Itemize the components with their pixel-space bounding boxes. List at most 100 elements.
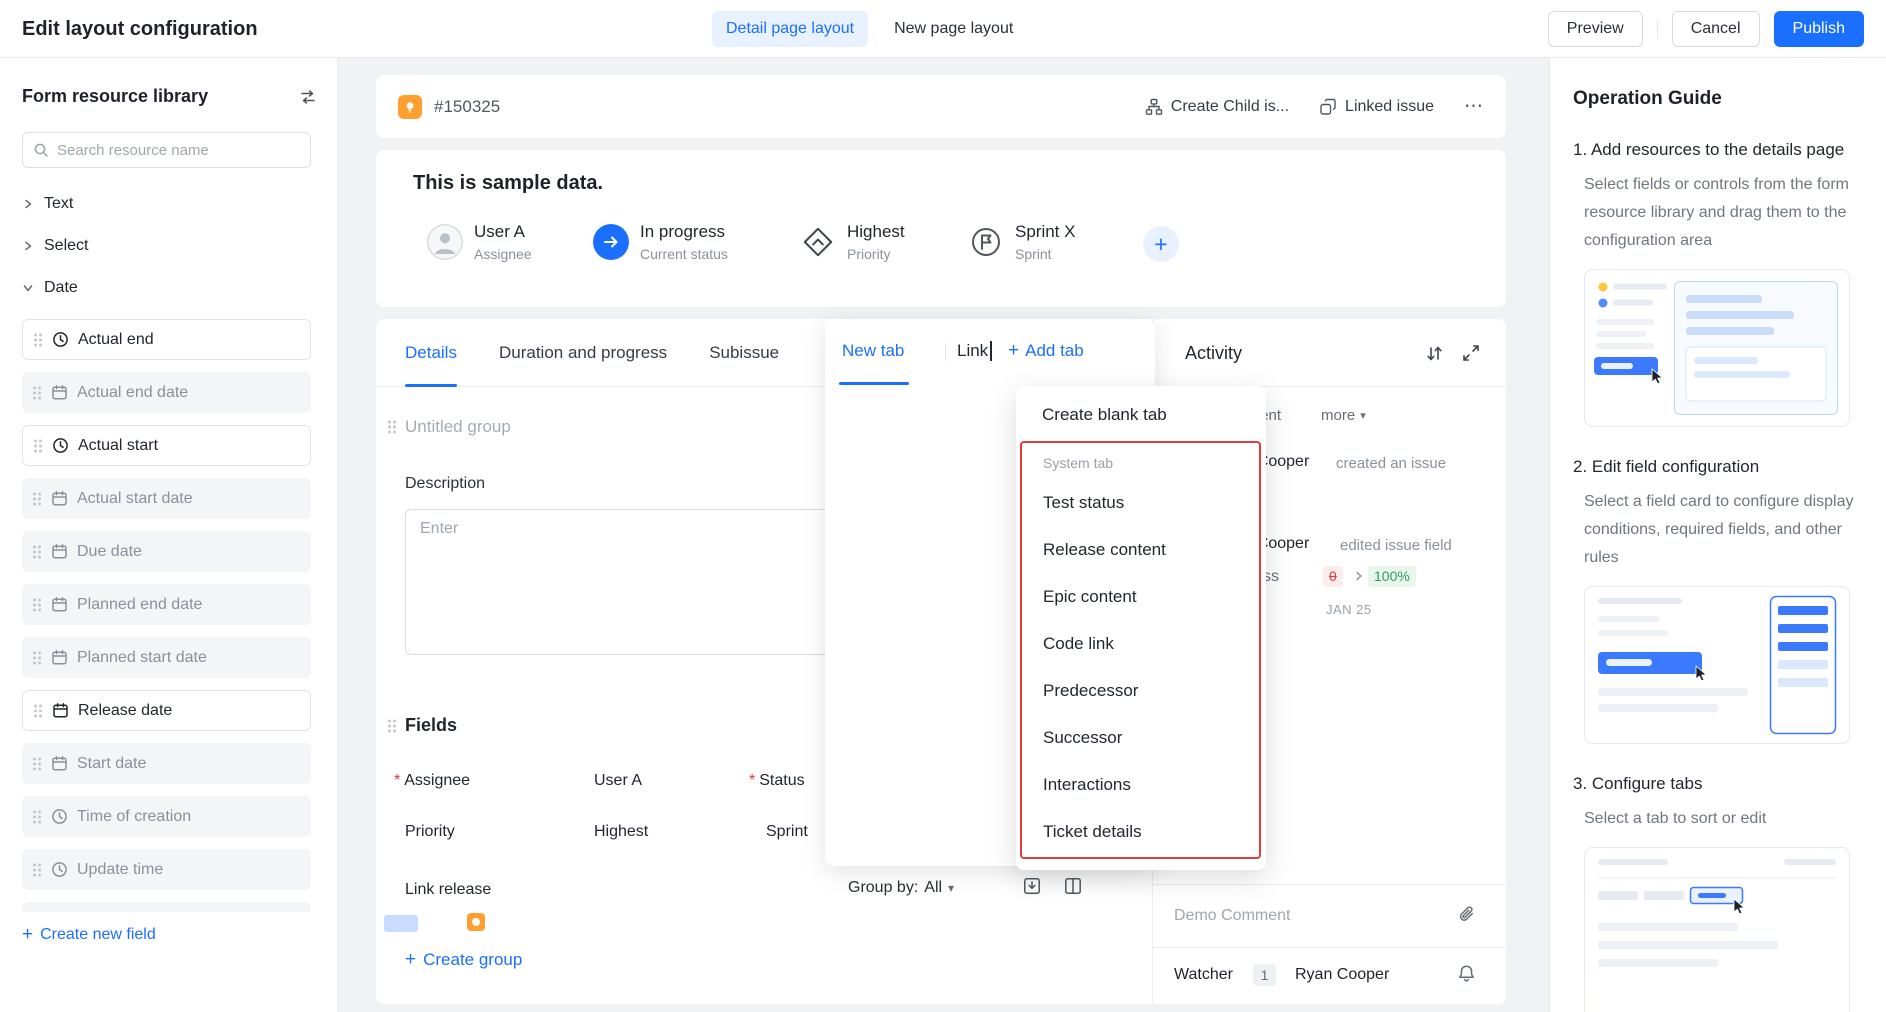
create-group-label: Create group [423, 950, 523, 969]
new-value-badge: 100% [1368, 566, 1416, 587]
sample-field-assignee[interactable]: User A Assignee [427, 222, 532, 262]
linked-issue-button[interactable]: Linked issue [1319, 98, 1434, 116]
active-tab-underline [839, 382, 909, 385]
drag-handle-icon[interactable] [387, 718, 397, 734]
cancel-button[interactable]: Cancel [1671, 11, 1760, 47]
calendar-icon [52, 702, 69, 719]
publish-button[interactable]: Publish [1773, 11, 1864, 47]
untitled-group-header[interactable]: Untitled group [387, 417, 511, 437]
field-value: In progress [640, 222, 726, 241]
drag-handle-icon[interactable] [33, 332, 43, 348]
sort-icon[interactable] [1425, 344, 1444, 363]
link-release-field-label[interactable]: Link release [405, 881, 491, 899]
sample-field-priority[interactable]: Highest Priority [800, 222, 905, 262]
field-card-partial[interactable] [22, 902, 311, 912]
add-tab-button[interactable]: + Add tab [1008, 341, 1084, 361]
linked-release-tag[interactable] [384, 915, 418, 932]
calendar-icon [51, 384, 68, 401]
tab-new-tab[interactable]: New tab [842, 341, 904, 361]
sample-field-status[interactable]: In progress Current status [593, 222, 728, 262]
drag-handle-icon[interactable] [32, 385, 42, 401]
field-card-planned-end-date[interactable]: Planned end date [22, 584, 311, 625]
search-input[interactable] [57, 141, 300, 159]
search-box[interactable] [22, 132, 311, 168]
clock-icon [51, 861, 68, 878]
comment-box[interactable] [1153, 884, 1506, 947]
bell-icon[interactable] [1457, 964, 1476, 983]
preview-button[interactable]: Preview [1547, 11, 1643, 47]
sprint-field-label[interactable]: Sprint [766, 823, 808, 841]
menu-item-create-blank-tab[interactable]: Create blank tab [1016, 393, 1266, 437]
field-card-actual-start-date[interactable]: Actual start date [22, 478, 311, 519]
layout-columns-icon[interactable] [1063, 876, 1083, 896]
create-new-field-button[interactable]: + Create new field [22, 925, 156, 944]
create-child-issue-button[interactable]: Create Child is... [1145, 98, 1289, 116]
menu-item-interactions[interactable]: Interactions [1022, 761, 1259, 808]
drag-handle-icon[interactable] [32, 650, 42, 666]
tab-duration-progress[interactable]: Duration and progress [499, 319, 667, 387]
more-actions-icon[interactable]: ⋯ [1464, 95, 1484, 118]
drag-handle-icon[interactable] [32, 597, 42, 613]
menu-item-successor[interactable]: Successor [1022, 714, 1259, 761]
watcher-name[interactable]: Ryan Cooper [1295, 966, 1389, 984]
tab-rename-input[interactable]: Link [957, 341, 993, 361]
menu-item-release-content[interactable]: Release content [1022, 526, 1259, 573]
priority-field-value[interactable]: Highest [594, 823, 648, 841]
sample-data-card: This is sample data. User A Assignee In … [376, 150, 1506, 307]
field-card-actual-end-date[interactable]: Actual end date [22, 372, 311, 413]
fields-group-header[interactable]: Fields [387, 715, 457, 736]
drag-handle-icon[interactable] [32, 756, 42, 772]
linked-issue-label: Linked issue [1345, 97, 1434, 115]
chevron-right-icon [22, 198, 34, 210]
drag-handle-icon[interactable] [32, 544, 42, 560]
activity-filter-more[interactable]: more ▾ [1321, 407, 1366, 424]
assignee-field-value[interactable]: User A [594, 772, 642, 790]
menu-item-test-status[interactable]: Test status [1022, 479, 1259, 526]
menu-item-ticket-details[interactable]: Ticket details [1022, 808, 1259, 855]
collapse-panel-icon[interactable] [299, 88, 317, 106]
menu-item-predecessor[interactable]: Predecessor [1022, 667, 1259, 714]
field-card-time-of-creation[interactable]: Time of creation [22, 796, 311, 837]
drag-handle-icon[interactable] [387, 419, 397, 435]
tree-group-date[interactable]: Date [22, 267, 311, 309]
tab-new-page-layout[interactable]: New page layout [880, 11, 1027, 47]
untitled-group-label: Untitled group [405, 417, 511, 436]
group-by-dropdown[interactable]: Group by: All ▾ [848, 879, 954, 897]
avatar [427, 224, 463, 260]
field-card-due-date[interactable]: Due date [22, 531, 311, 572]
add-field-button[interactable]: + [1143, 226, 1179, 262]
field-card-actual-end[interactable]: Actual end [22, 319, 311, 360]
drag-handle-icon[interactable] [32, 491, 42, 507]
comment-input[interactable] [1174, 901, 1424, 931]
tab-detail-page-layout[interactable]: Detail page layout [712, 11, 869, 47]
drag-handle-icon[interactable] [33, 703, 43, 719]
assignee-field-label[interactable]: * Assignee [394, 772, 470, 790]
feed-date: JAN 25 [1326, 602, 1372, 617]
clock-icon [52, 331, 69, 348]
field-card-label: Start date [77, 754, 147, 772]
insert-card-icon[interactable] [1022, 876, 1042, 896]
menu-item-code-link[interactable]: Code link [1022, 620, 1259, 667]
field-card-actual-start[interactable]: Actual start [22, 425, 311, 466]
tree-group-select[interactable]: Select [22, 225, 311, 267]
sample-field-sprint[interactable]: Sprint X Sprint [968, 222, 1075, 262]
field-card-release-date[interactable]: Release date [22, 690, 311, 731]
priority-field-label[interactable]: Priority [405, 823, 455, 841]
create-group-button[interactable]: + Create group [405, 950, 522, 970]
field-card-start-date[interactable]: Start date [22, 743, 311, 784]
tab-activity[interactable]: Activity [1185, 319, 1242, 387]
drag-handle-icon[interactable] [33, 438, 43, 454]
tree-group-text[interactable]: Text [22, 183, 311, 225]
field-card-planned-start-date[interactable]: Planned start date [22, 637, 311, 678]
caret-down-icon: ▾ [948, 881, 955, 895]
tab-details[interactable]: Details [405, 319, 457, 387]
tab-subissue[interactable]: Subissue [709, 319, 779, 387]
expand-icon[interactable] [1462, 344, 1480, 362]
status-field-label[interactable]: * Status [749, 772, 805, 790]
drag-handle-icon[interactable] [32, 862, 42, 878]
menu-item-epic-content[interactable]: Epic content [1022, 573, 1259, 620]
field-card-update-time[interactable]: Update time [22, 849, 311, 890]
attachment-icon[interactable] [1457, 905, 1476, 924]
drag-handle-icon[interactable] [32, 809, 42, 825]
field-card-label: Actual end date [77, 383, 189, 401]
